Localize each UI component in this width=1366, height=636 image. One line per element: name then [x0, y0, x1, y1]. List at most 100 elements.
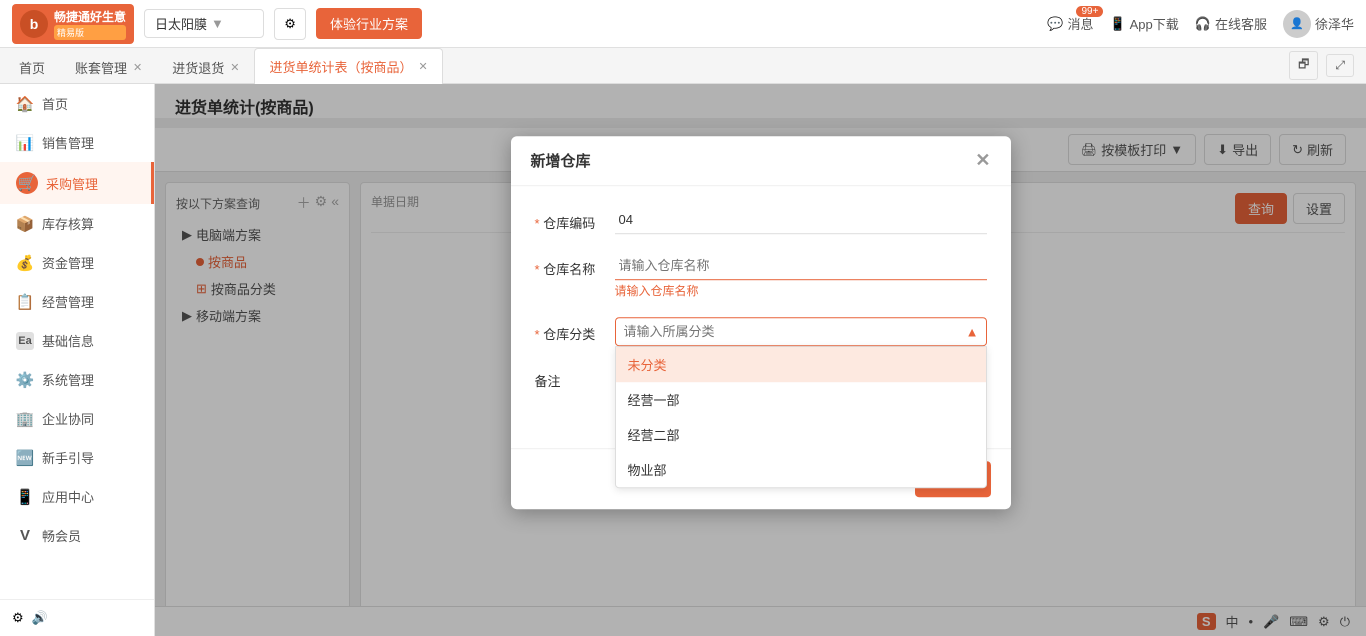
operations-icon: 📋	[16, 293, 34, 311]
tab-maximize-button[interactable]: ⤢	[1326, 54, 1354, 77]
user-nav[interactable]: 👤 徐泽华	[1283, 10, 1354, 38]
logo-text: 畅捷通好生意 精易版	[54, 8, 126, 40]
finance-icon: 💰	[16, 254, 34, 272]
top-nav: b 畅捷通好生意 精易版 日太阳膜 ▼ ⚙ 体验行业方案 💬 消息 99+ 📱 …	[0, 0, 1366, 48]
warehouse-category-control: ▲ 未分类 经营一部 经营二部 物业部	[615, 317, 987, 346]
modal-overlay[interactable]: 新增仓库 ✕ * 仓库编码	[155, 84, 1366, 636]
sidebar-item-operations-label: 经营管理	[42, 292, 94, 311]
logo-icon: b	[20, 10, 48, 38]
content-area: 进货单统计(按商品) 🖨 按模板打印 ▼ ⬇ 导出 ↻ 刷新 按以下方案	[155, 84, 1366, 636]
sidebar-item-inventory[interactable]: 📦 库存核算	[0, 204, 154, 243]
speaker-icon[interactable]: 🔊	[32, 610, 48, 626]
warehouse-code-control	[615, 206, 987, 234]
modal-body: * 仓库编码 * 仓库名称	[511, 186, 1011, 448]
tab-restore-button[interactable]: 🗗	[1289, 51, 1318, 80]
mobile-icon: 📱	[1109, 16, 1125, 32]
basic-info-icon: Ea	[16, 332, 34, 350]
headset-icon: 🎧	[1195, 16, 1211, 32]
category-option-dept1[interactable]: 经营一部	[616, 382, 986, 417]
sidebar-item-basic-info-label: 基础信息	[42, 331, 94, 350]
sidebar-item-system-label: 系统管理	[42, 370, 94, 389]
modal-header: 新增仓库 ✕	[511, 136, 1011, 186]
sidebar-item-finance-label: 资金管理	[42, 253, 94, 272]
category-dropdown: 未分类 经营一部 经营二部 物业部	[615, 346, 987, 488]
warehouse-name-input[interactable]	[615, 252, 987, 280]
gear-icon: ⚙	[284, 16, 296, 32]
system-icon: ⚙️	[16, 371, 34, 389]
warehouse-category-label: * 仓库分类	[535, 317, 615, 343]
sidebar-item-finance[interactable]: 💰 资金管理	[0, 243, 154, 282]
category-option-dept2[interactable]: 经营二部	[616, 417, 986, 452]
notes-label: 备注	[535, 364, 615, 390]
tab-home[interactable]: 首页	[4, 50, 60, 84]
purchase-icon: 🛒	[16, 172, 38, 194]
sidebar-item-purchase[interactable]: 🛒 采购管理	[0, 162, 154, 204]
warehouse-name-control: 请输入仓库名称	[615, 252, 987, 299]
warehouse-code-label: * 仓库编码	[535, 206, 615, 232]
tab-ledger[interactable]: 账套管理 ✕	[60, 50, 157, 84]
sidebar-item-system[interactable]: ⚙️ 系统管理	[0, 360, 154, 399]
tab-ledger-label: 账套管理	[75, 58, 127, 77]
sidebar-item-purchase-label: 采购管理	[46, 174, 98, 193]
app-center-icon: 📱	[16, 488, 34, 506]
tab-ledger-close[interactable]: ✕	[133, 61, 142, 74]
warehouse-name-row: * 仓库名称 请输入仓库名称	[535, 252, 987, 299]
tab-purchase-return-close[interactable]: ✕	[230, 61, 239, 74]
home-icon: 🏠	[16, 95, 34, 113]
sidebar-item-app-center[interactable]: 📱 应用中心	[0, 477, 154, 516]
settings-bottom-icon[interactable]: ⚙	[12, 610, 24, 626]
sales-icon: 📊	[16, 134, 34, 152]
trial-button[interactable]: 体验行业方案	[316, 8, 422, 39]
tab-purchase-return-label: 进货退货	[172, 58, 224, 77]
sidebar-item-operations[interactable]: 📋 经营管理	[0, 282, 154, 321]
service-nav[interactable]: 🎧 在线客服	[1195, 14, 1267, 33]
sidebar-item-sales[interactable]: 📊 销售管理	[0, 123, 154, 162]
warehouse-name-label: * 仓库名称	[535, 252, 615, 278]
vip-icon: V	[16, 527, 34, 545]
tab-purchase-return[interactable]: 进货退货 ✕	[157, 50, 254, 84]
tab-purchase-stat-label: 进货单统计表（按商品）	[269, 57, 412, 76]
sidebar-item-enterprise-label: 企业协同	[42, 409, 94, 428]
settings-button[interactable]: ⚙	[274, 8, 306, 40]
main-layout: 🏠 首页 📊 销售管理 🛒 采购管理 📦 库存核算 💰 资金管理 📋 经营管理 …	[0, 84, 1366, 636]
sidebar-item-vip[interactable]: V 畅会员	[0, 516, 154, 555]
warehouse-code-row: * 仓库编码	[535, 206, 987, 234]
store-selector[interactable]: 日太阳膜 ▼	[144, 9, 264, 38]
add-warehouse-modal: 新增仓库 ✕ * 仓库编码	[511, 136, 1011, 509]
sidebar-item-guide-label: 新手引导	[42, 448, 94, 467]
category-option-property[interactable]: 物业部	[616, 452, 986, 487]
enterprise-icon: 🏢	[16, 410, 34, 428]
sidebar-item-inventory-label: 库存核算	[42, 214, 94, 233]
tab-bar-actions: 🗗 ⤢	[1289, 51, 1362, 80]
top-nav-right: 💬 消息 99+ 📱 App下载 🎧 在线客服 👤 徐泽华	[1047, 10, 1354, 38]
warehouse-category-input[interactable]	[615, 317, 987, 346]
message-nav[interactable]: 💬 消息 99+	[1047, 14, 1093, 33]
sidebar-item-home[interactable]: 🏠 首页	[0, 84, 154, 123]
app-download-nav[interactable]: 📱 App下载	[1109, 14, 1178, 33]
sidebar-item-enterprise[interactable]: 🏢 企业协同	[0, 399, 154, 438]
category-option-unclassified[interactable]: 未分类	[616, 347, 986, 382]
inventory-icon: 📦	[16, 215, 34, 233]
logo-area[interactable]: b 畅捷通好生意 精易版	[12, 4, 134, 44]
modal-close-button[interactable]: ✕	[975, 150, 990, 171]
guide-icon: 🆕	[16, 449, 34, 467]
warehouse-name-error: 请输入仓库名称	[615, 282, 987, 299]
chevron-down-icon: ▼	[211, 16, 224, 31]
sidebar-item-home-label: 首页	[42, 94, 68, 113]
modal-title: 新增仓库	[531, 150, 591, 171]
sidebar-item-basic-info[interactable]: Ea 基础信息	[0, 321, 154, 360]
warehouse-category-row: * 仓库分类 ▲ 未分类 经营一部 经营二部 物业部	[535, 317, 987, 346]
message-icon: 💬	[1047, 16, 1063, 32]
service-label: 在线客服	[1215, 14, 1267, 33]
sidebar-bottom: ⚙ 🔊	[0, 599, 154, 636]
sidebar-item-guide[interactable]: 🆕 新手引导	[0, 438, 154, 477]
tab-purchase-stat[interactable]: 进货单统计表（按商品） ✕	[254, 48, 442, 84]
warehouse-code-input[interactable]	[615, 206, 987, 234]
sidebar-item-sales-label: 销售管理	[42, 133, 94, 152]
app-download-label: App下载	[1130, 14, 1179, 33]
tab-purchase-stat-close[interactable]: ✕	[419, 60, 428, 73]
username-label: 徐泽华	[1315, 14, 1354, 33]
tab-home-label: 首页	[19, 58, 45, 77]
sidebar-item-vip-label: 畅会员	[42, 526, 81, 545]
chevron-up-icon: ▲	[966, 324, 979, 339]
